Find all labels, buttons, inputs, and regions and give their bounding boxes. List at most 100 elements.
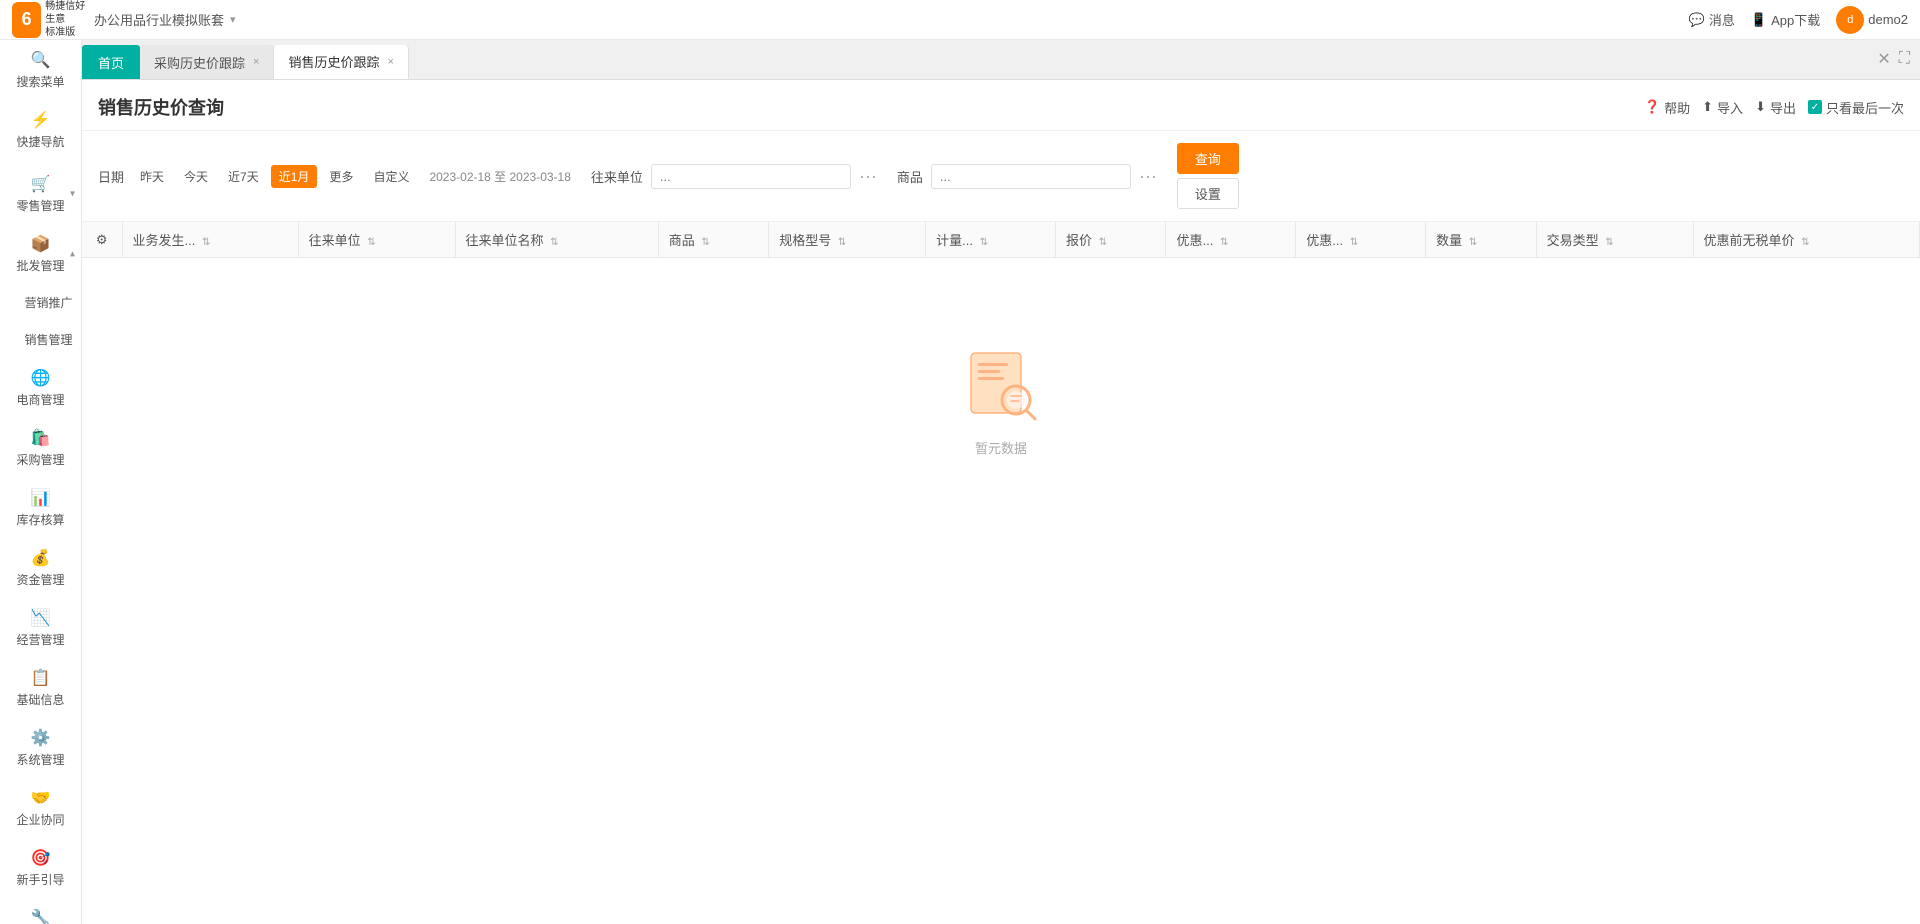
sidebar-label-ecom-mgmt: 电商管理 <box>16 391 64 408</box>
sort-icon-unit: ⇅ <box>980 237 988 248</box>
download-icon: 📱 <box>1751 12 1767 28</box>
sidebar-item-ecom-mgmt[interactable]: 🌐 电商管理 <box>0 358 81 418</box>
sidebar-item-newbie[interactable]: 🎯 新手引导 <box>0 838 81 898</box>
sidebar-label-finance: 资金管理 <box>16 571 64 588</box>
page-content: 销售历史价查询 ❓ 帮助 ⬆ 导入 ⬇ 导出 ✓ <box>82 80 1920 924</box>
table-head: ⚙ 业务发生... ⇅ 往来单位 ⇅ 往来单位名称 <box>82 222 1920 258</box>
sidebar-item-finance[interactable]: 💰 资金管理 <box>0 538 81 598</box>
basic-info-icon: 📋 <box>31 668 51 688</box>
table-th-partner-code[interactable]: 往来单位 ⇅ <box>298 222 455 258</box>
table-th-discount2[interactable]: 优惠... ⇅ <box>1296 222 1426 258</box>
sort-icon-qty: ⇅ <box>1469 237 1477 248</box>
tab-maximize-icon[interactable]: ⛶ <box>1899 50 1910 68</box>
main-layout: 🔍 搜索菜单 ⚡ 快捷导航 🛒 零售管理 ▾ 📦 批发管理 ▴ 营销推广 销售管… <box>0 40 1920 924</box>
product-input[interactable] <box>931 164 1131 189</box>
tab-sales-history[interactable]: 销售历史价跟踪 × <box>274 45 408 79</box>
sidebar-label-operations: 经营管理 <box>16 631 64 648</box>
table-header-row: ⚙ 业务发生... ⇅ 往来单位 ⇅ 往来单位名称 <box>82 222 1920 258</box>
date-btn-yesterday[interactable]: 昨天 <box>132 165 172 188</box>
partner-input-dots[interactable]: ··· <box>859 166 877 187</box>
table-th-pre-tax-price[interactable]: 优惠前无税单价 ⇅ <box>1693 222 1919 258</box>
partner-input[interactable] <box>651 164 851 189</box>
export-btn[interactable]: ⬇ 导出 <box>1755 98 1796 117</box>
sidebar-label-basic-info: 基础信息 <box>16 691 64 708</box>
sort-icon-pre-tax-price: ⇅ <box>1801 237 1809 248</box>
help-btn[interactable]: ❓ 帮助 <box>1644 98 1690 117</box>
date-btn-last1month[interactable]: 近1月 <box>271 165 318 188</box>
user-profile[interactable]: d demo2 <box>1836 6 1908 34</box>
column-settings-icon[interactable]: ⚙ <box>96 232 108 247</box>
sort-icon-spec: ⇅ <box>838 237 846 248</box>
tab-bar: 首页 采购历史价跟踪 × 销售历史价跟踪 × ✕ ⛶ <box>82 40 1920 80</box>
table-th-spec[interactable]: 规格型号 ⇅ <box>769 222 926 258</box>
table-th-discount1[interactable]: 优惠... ⇅ <box>1166 222 1296 258</box>
only-last-checkbox[interactable]: ✓ 只看最后一次 <box>1808 98 1904 117</box>
filter-bar: 日期 昨天 今天 近7天 近1月 更多 自定义 2023-02-18 至 202… <box>82 131 1920 222</box>
tab-sales-history-close[interactable]: × <box>387 56 393 68</box>
table-th-biz-date[interactable]: 业务发生... ⇅ <box>122 222 298 258</box>
app-download-btn[interactable]: 📱 App下载 <box>1751 10 1820 29</box>
sidebar-item-operations[interactable]: 📉 经营管理 <box>0 598 81 658</box>
date-btn-today[interactable]: 今天 <box>176 165 216 188</box>
product-input-dots[interactable]: ··· <box>1139 166 1157 187</box>
tab-home[interactable]: 首页 <box>82 45 140 79</box>
data-table: ⚙ 业务发生... ⇅ 往来单位 ⇅ 往来单位名称 <box>82 222 1920 258</box>
message-icon: 💬 <box>1689 12 1705 28</box>
date-btn-last7days[interactable]: 近7天 <box>220 165 267 188</box>
app-center-icon: 🔧 <box>31 908 51 924</box>
product-filter-label: 商品 <box>897 167 923 186</box>
date-filter-group: 日期 昨天 今天 近7天 近1月 更多 自定义 2023-02-18 至 202… <box>98 165 571 188</box>
logo-text: 畅捷信好生意 标准版 <box>45 0 94 39</box>
sort-icon-quote: ⇅ <box>1099 237 1107 248</box>
sidebar-item-enterprise[interactable]: 🤝 企业协同 <box>0 778 81 838</box>
table-th-product[interactable]: 商品 ⇅ <box>658 222 769 258</box>
content-area: 首页 采购历史价跟踪 × 销售历史价跟踪 × ✕ ⛶ 销售历史价查询 <box>82 40 1920 924</box>
sidebar-item-wholesale-mgmt[interactable]: 📦 批发管理 ▴ <box>0 224 81 284</box>
purchase-mgmt-icon: 🛍️ <box>31 428 51 448</box>
table-th-trans-type[interactable]: 交易类型 ⇅ <box>1536 222 1693 258</box>
tab-purchase-history[interactable]: 采购历史价跟踪 × <box>140 45 274 79</box>
tab-close-all-icon[interactable]: ✕ <box>1877 49 1890 69</box>
inventory-icon: 📊 <box>31 488 51 508</box>
table-th-quote[interactable]: 报价 ⇅ <box>1055 222 1166 258</box>
date-btn-custom[interactable]: 自定义 <box>365 165 417 188</box>
sidebar-item-quick-nav[interactable]: ⚡ 快捷导航 <box>0 100 81 160</box>
logo-icon: 6 <box>12 2 41 38</box>
help-icon: ❓ <box>1644 99 1660 115</box>
partner-filter-label: 往来单位 <box>591 167 643 186</box>
avatar: d <box>1836 6 1864 34</box>
message-btn[interactable]: 💬 消息 <box>1689 10 1735 29</box>
sidebar-item-search-menu[interactable]: 🔍 搜索菜单 <box>0 40 81 100</box>
sidebar-item-app-center[interactable]: 🔧 应用中心 <box>0 898 81 924</box>
finance-icon: 💰 <box>31 548 51 568</box>
sidebar-item-purchase-mgmt[interactable]: 🛍️ 采购管理 <box>0 418 81 478</box>
sidebar-item-retail-mgmt[interactable]: 🛒 零售管理 ▾ <box>0 164 81 224</box>
tab-bar-actions: ✕ ⛶ <box>1867 40 1920 79</box>
sidebar-item-inventory[interactable]: 📊 库存核算 <box>0 478 81 538</box>
import-btn[interactable]: ⬆ 导入 <box>1702 98 1743 117</box>
logo: 6 畅捷信好生意 标准版 <box>12 0 94 39</box>
query-button[interactable]: 查询 <box>1177 143 1239 174</box>
table-container: ⚙ 业务发生... ⇅ 往来单位 ⇅ 往来单位名称 <box>82 222 1920 258</box>
sidebar-item-system[interactable]: ⚙️ 系统管理 <box>0 718 81 778</box>
date-btn-more[interactable]: 更多 <box>321 165 361 188</box>
sidebar-item-marketing[interactable]: 营销推广 <box>8 284 81 321</box>
ecom-mgmt-icon: 🌐 <box>31 368 51 388</box>
sort-icon-biz-date: ⇅ <box>202 237 210 248</box>
page-header: 销售历史价查询 ❓ 帮助 ⬆ 导入 ⬇ 导出 ✓ <box>82 80 1920 131</box>
sidebar-label-newbie: 新手引导 <box>16 871 64 888</box>
retail-mgmt-icon: 🛒 <box>31 174 51 194</box>
empty-illustration <box>951 338 1051 438</box>
title-dropdown-arrow[interactable]: ▾ <box>230 13 236 26</box>
sidebar-item-sales-mgmt[interactable]: 销售管理 <box>8 321 81 358</box>
tab-purchase-history-close[interactable]: × <box>253 56 259 68</box>
sidebar-item-basic-info[interactable]: 📋 基础信息 <box>0 658 81 718</box>
table-th-unit[interactable]: 计量... ⇅ <box>926 222 1056 258</box>
sidebar-label-marketing: 营销推广 <box>24 294 72 311</box>
search-menu-icon: 🔍 <box>31 50 51 70</box>
sidebar-label-inventory: 库存核算 <box>16 511 64 528</box>
table-th-qty[interactable]: 数量 ⇅ <box>1426 222 1537 258</box>
table-th-partner-name[interactable]: 往来单位名称 ⇅ <box>455 222 658 258</box>
retail-mgmt-arrow: ▾ <box>70 189 75 200</box>
settings-button[interactable]: 设置 <box>1177 178 1239 209</box>
